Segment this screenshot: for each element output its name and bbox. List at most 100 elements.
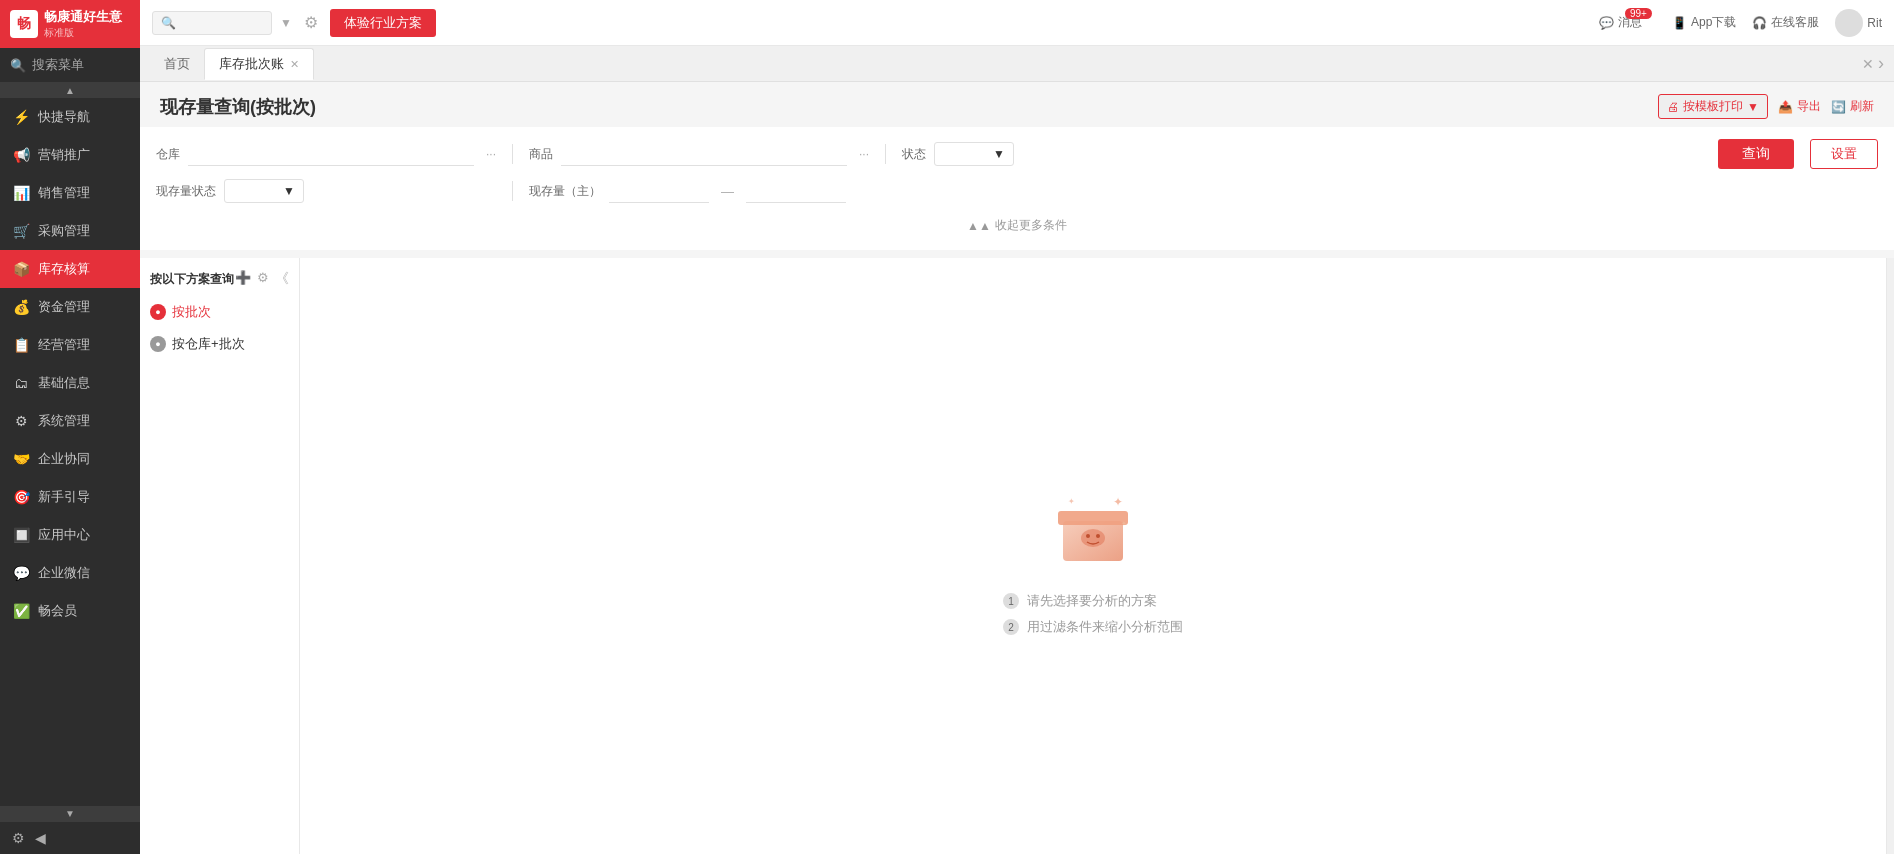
topbar-search-icon: 🔍: [161, 16, 176, 30]
page-header: 现存量查询(按批次) 🖨 按模板打印 ▼ 📤 导出 🔄 刷新: [140, 82, 1894, 127]
sidebar-item-purchase[interactable]: 🛒 采购管理: [0, 212, 140, 250]
page-title: 现存量查询(按批次): [160, 95, 316, 119]
sidebar-item-label: 采购管理: [38, 222, 90, 240]
tab-home[interactable]: 首页: [150, 49, 204, 79]
scheme-item-by-warehouse-batch[interactable]: ● 按仓库+批次: [140, 328, 299, 360]
inventory-status-dropdown-icon: ▼: [283, 184, 295, 198]
topbar-dropdown[interactable]: ▼: [280, 16, 292, 30]
sidebar-item-appstore[interactable]: 🔲 应用中心: [0, 516, 140, 554]
tab-inventory-batch[interactable]: 库存批次账 ✕: [204, 48, 314, 80]
scheme-dot-gray: ●: [150, 336, 166, 352]
sidebar-item-guide[interactable]: 🎯 新手引导: [0, 478, 140, 516]
scheme-dot-red: ●: [150, 304, 166, 320]
messages-action[interactable]: 💬 消息 99+: [1599, 14, 1642, 31]
print-icon: 🖨: [1667, 100, 1679, 114]
sidebar-item-member[interactable]: ✅ 畅会员: [0, 592, 140, 630]
settings-btn[interactable]: 设置: [1810, 139, 1878, 169]
purchase-icon: 🛒: [12, 222, 30, 240]
tip-num-1: 1: [1003, 593, 1019, 609]
export-label: 导出: [1797, 98, 1821, 115]
inventory-status-select[interactable]: ▼: [224, 179, 304, 203]
collapse-row[interactable]: ▲▲ 收起更多条件: [156, 213, 1878, 238]
sidebar-scroll-down[interactable]: ▼: [0, 806, 140, 821]
sidebar-item-operations[interactable]: 📋 经营管理: [0, 326, 140, 364]
online-service-action[interactable]: 🎧 在线客服: [1752, 14, 1819, 31]
warehouse-group: 仓库 ···: [156, 143, 496, 166]
app-download-action[interactable]: 📱 App下载: [1672, 14, 1736, 31]
tip-num-2: 2: [1003, 619, 1019, 635]
app-title-block: 畅康通好生意 标准版: [44, 8, 122, 40]
print-dropdown-icon[interactable]: ▼: [1747, 100, 1759, 114]
empty-tips: 1 请先选择要分析的方案 2 用过滤条件来缩小分析范围: [1003, 592, 1183, 636]
print-btn[interactable]: 🖨 按模板打印 ▼: [1658, 94, 1768, 119]
filter-row-2: 现存量状态 ▼ 现存量（主） —: [156, 179, 1878, 203]
quick-nav-icon: ⚡: [12, 108, 30, 126]
user-menu[interactable]: Rit: [1835, 9, 1882, 37]
tip-text-2: 用过滤条件来缩小分析范围: [1027, 618, 1183, 636]
appstore-icon: 🔲: [12, 526, 30, 544]
avatar: [1835, 9, 1863, 37]
online-service-label: 在线客服: [1771, 14, 1819, 31]
print-label: 按模板打印: [1683, 98, 1743, 115]
basic-icon: 🗂: [12, 374, 30, 392]
sidebar-scroll-up[interactable]: ▲: [0, 83, 140, 98]
inventory-qty-to[interactable]: [746, 180, 846, 203]
refresh-btn[interactable]: 🔄 刷新: [1831, 98, 1874, 115]
svg-rect-1: [1058, 511, 1128, 525]
footer-toggle-icon[interactable]: ◀: [35, 830, 46, 846]
sidebar-item-finance[interactable]: 💰 资金管理: [0, 288, 140, 326]
headset-icon: 🎧: [1752, 16, 1767, 30]
product-more-icon[interactable]: ···: [859, 147, 869, 161]
message-icon: 💬: [1599, 16, 1614, 30]
sidebar-item-label: 应用中心: [38, 526, 90, 544]
inventory-status-group: 现存量状态 ▼: [156, 179, 496, 203]
product-input[interactable]: [561, 143, 847, 166]
query-btn[interactable]: 查询: [1718, 139, 1794, 169]
status-select[interactable]: ▼: [934, 142, 1014, 166]
footer-settings-icon[interactable]: ⚙: [12, 830, 25, 846]
sidebar-item-marketing[interactable]: 📢 营销推广: [0, 136, 140, 174]
collapse-panel-icon[interactable]: 《: [275, 270, 289, 288]
status-dropdown-icon: ▼: [993, 147, 1005, 161]
main-area: 🔍 ▼ ⚙ 体验行业方案 💬 消息 99+ 📱 App下载 🎧 在线客服 Rit: [140, 0, 1894, 854]
tab-panel-close-btn[interactable]: ✕: [1862, 56, 1874, 72]
sidebar-item-system[interactable]: ⚙ 系统管理: [0, 402, 140, 440]
topbar-settings-icon[interactable]: ⚙: [300, 9, 322, 36]
filter-divider-3: [512, 181, 513, 201]
layout-body: 按以下方案查询 ➕ ⚙ 《 ● 按批次 ●: [140, 258, 1894, 854]
product-label: 商品: [529, 146, 553, 163]
collapse-up-icon: ▲▲: [967, 219, 991, 233]
search-icon: 🔍: [10, 58, 26, 73]
sidebar-item-quick-nav[interactable]: ⚡ 快捷导航: [0, 98, 140, 136]
scheme-item-by-batch[interactable]: ● 按批次: [140, 296, 299, 328]
sidebar-item-basic[interactable]: 🗂 基础信息: [0, 364, 140, 402]
app-download-label: App下载: [1691, 14, 1736, 31]
tab-close-icon[interactable]: ✕: [290, 58, 299, 71]
system-icon: ⚙: [12, 412, 30, 430]
sidebar-item-label: 快捷导航: [38, 108, 90, 126]
sidebar-item-label: 经营管理: [38, 336, 90, 354]
tip-text-1: 请先选择要分析的方案: [1027, 592, 1157, 610]
wechat-icon: 💬: [12, 564, 30, 582]
topbar-search-box[interactable]: 🔍: [152, 11, 272, 35]
add-scheme-icon[interactable]: ➕: [235, 270, 251, 288]
warehouse-input[interactable]: [188, 143, 474, 166]
sidebar-item-wechat[interactable]: 💬 企业微信: [0, 554, 140, 592]
messages-badge: 99+: [1625, 8, 1652, 19]
guide-icon: 🎯: [12, 488, 30, 506]
sidebar-search[interactable]: 🔍 搜索菜单: [0, 48, 140, 83]
filter-panel: 仓库 ··· 商品 ··· 状态 ▼: [140, 127, 1894, 250]
scheme-label-by-batch: 按批次: [172, 303, 211, 321]
inventory-qty-from[interactable]: [609, 180, 709, 203]
sidebar-item-sales[interactable]: 📊 销售管理: [0, 174, 140, 212]
export-btn[interactable]: 📤 导出: [1778, 98, 1821, 115]
sidebar-item-enterprise[interactable]: 🤝 企业协同: [0, 440, 140, 478]
warehouse-more-icon[interactable]: ···: [486, 147, 496, 161]
username-label: Rit: [1867, 16, 1882, 30]
trial-btn[interactable]: 体验行业方案: [330, 9, 436, 37]
sidebar-item-inventory[interactable]: 📦 库存核算: [0, 250, 140, 288]
sidebar-item-label: 畅会员: [38, 602, 77, 620]
export-icon: 📤: [1778, 100, 1793, 114]
tab-chevron-icon[interactable]: ›: [1878, 53, 1884, 74]
settings-scheme-icon[interactable]: ⚙: [257, 270, 269, 288]
